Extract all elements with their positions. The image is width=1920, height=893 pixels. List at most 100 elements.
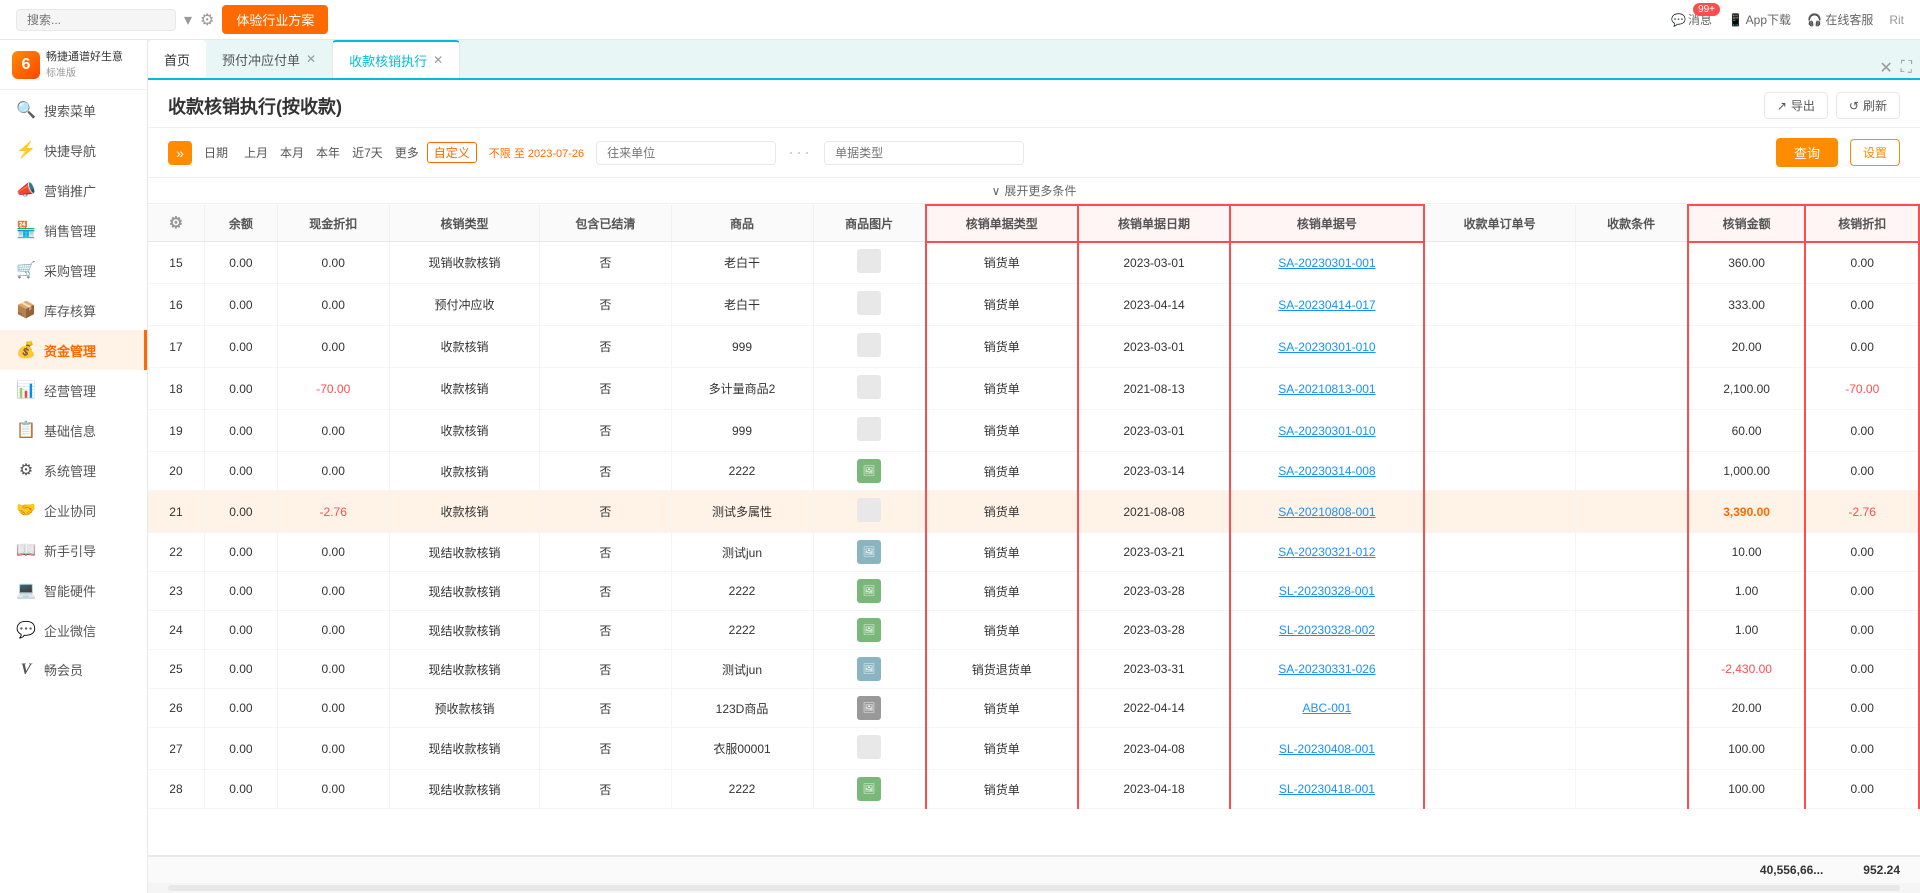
table-row: 15 0.00 0.00 现销收款核销 否 老白干 销货单 2023-03-01…	[148, 242, 1919, 284]
verify-no-link[interactable]: SL-20230418-001	[1279, 782, 1375, 796]
td-verify-date: 2023-03-21	[1078, 533, 1230, 572]
search-input[interactable]	[16, 9, 176, 31]
tab-prepay[interactable]: 预付冲应付单 ✕	[206, 40, 332, 78]
td-verify-no[interactable]: SA-20230301-010	[1230, 326, 1423, 368]
td-verify-no[interactable]: SA-20230414-017	[1230, 284, 1423, 326]
export-btn[interactable]: ↗ 导出	[1764, 92, 1828, 119]
td-verify-no[interactable]: SL-20230328-001	[1230, 572, 1423, 611]
capital-icon: 💰	[16, 340, 36, 360]
td-verify-discount: 0.00	[1805, 728, 1919, 770]
tab-receipts-close[interactable]: ✕	[433, 53, 443, 67]
goods-thumb	[857, 375, 881, 399]
td-verify-date: 2021-08-13	[1078, 368, 1230, 410]
app-download[interactable]: 📱 App下载	[1728, 11, 1791, 28]
sidebar-item-operation[interactable]: 📊 经营管理	[0, 370, 147, 410]
td-verify-no[interactable]: SL-20230418-001	[1230, 770, 1423, 809]
app-logo-icon: 6	[12, 51, 40, 79]
expand-tab-btn[interactable]: ⛶	[1901, 59, 1912, 77]
refresh-btn[interactable]: ↺ 刷新	[1836, 92, 1900, 119]
sidebar-item-enterprise[interactable]: 🤝 企业协同	[0, 490, 147, 530]
verify-no-link[interactable]: SL-20230328-002	[1279, 623, 1375, 637]
filter-toggle-btn[interactable]: »	[168, 141, 192, 165]
date-custom[interactable]: 自定义	[427, 142, 477, 163]
date-this-month[interactable]: 本月	[276, 142, 308, 163]
td-include-settled: 否	[540, 533, 671, 572]
td-verify-no[interactable]: ABC-001	[1230, 689, 1423, 728]
sidebar-item-wechat[interactable]: 💬 企业微信	[0, 610, 147, 650]
td-verify-discount: 0.00	[1805, 242, 1919, 284]
td-include-settled: 否	[540, 410, 671, 452]
td-goods-img	[813, 410, 926, 452]
date-last-month[interactable]: 上月	[240, 142, 272, 163]
td-verify-no[interactable]: SA-20230331-026	[1230, 650, 1423, 689]
query-btn[interactable]: 查询	[1776, 138, 1838, 167]
td-cash-discount: 0.00	[277, 326, 389, 368]
sidebar-item-inventory[interactable]: 📦 库存核算	[0, 290, 147, 330]
verify-no-link[interactable]: SL-20230408-001	[1279, 742, 1375, 756]
verify-no-link[interactable]: SA-20230301-010	[1278, 424, 1375, 438]
td-verify-no[interactable]: SA-20230301-010	[1230, 410, 1423, 452]
quick-nav-icon: ⚡	[16, 140, 36, 160]
sidebar-item-sys-mgmt[interactable]: ⚙ 系统管理	[0, 450, 147, 490]
td-no: 19	[148, 410, 204, 452]
gear-icon[interactable]: ⚙	[200, 10, 214, 30]
scroll-bar[interactable]	[168, 885, 1900, 891]
sidebar-item-marketing[interactable]: 📣 营销推广	[0, 170, 147, 210]
settings-btn[interactable]: 设置	[1850, 139, 1900, 166]
td-verify-no[interactable]: SA-20210813-001	[1230, 368, 1423, 410]
party-input[interactable]	[596, 141, 776, 165]
td-verify-no[interactable]: SA-20230301-001	[1230, 242, 1423, 284]
sidebar-item-capital[interactable]: 💰 资金管理	[0, 330, 147, 370]
th-settings[interactable]: ⚙	[148, 205, 204, 242]
verify-no-link[interactable]: SA-20230331-026	[1278, 662, 1375, 676]
sidebar-item-smart-hw[interactable]: 💻 智能硬件	[0, 570, 147, 610]
td-no: 28	[148, 770, 204, 809]
message-wrap[interactable]: 💬 消息 99+	[1671, 11, 1712, 28]
td-verify-no[interactable]: SA-20230314-008	[1230, 452, 1423, 491]
doc-type-input[interactable]	[824, 141, 1024, 165]
verify-no-link[interactable]: SA-20230314-008	[1278, 464, 1375, 478]
date-more[interactable]: 更多	[391, 142, 423, 163]
tab-home[interactable]: 首页	[148, 40, 206, 78]
smart-hw-icon: 💻	[16, 580, 36, 600]
verify-no-link[interactable]: SL-20230328-001	[1279, 584, 1375, 598]
td-include-settled: 否	[540, 572, 671, 611]
td-receipt-cond	[1575, 410, 1688, 452]
verify-no-link[interactable]: SA-20230414-017	[1278, 298, 1375, 312]
verify-no-link[interactable]: SA-20210808-001	[1278, 505, 1375, 519]
sidebar-item-sales[interactable]: 🏪 销售管理	[0, 210, 147, 250]
td-verify-no[interactable]: SA-20230321-012	[1230, 533, 1423, 572]
verify-no-link[interactable]: SA-20210813-001	[1278, 382, 1375, 396]
table-area[interactable]: ⚙ 余额 现金折扣 核销类型 包含已结清 商品 商品图片 核销单据类型 核销单据…	[148, 204, 1920, 855]
sidebar-item-purchase[interactable]: 🛒 采购管理	[0, 250, 147, 290]
td-verify-discount: 0.00	[1805, 284, 1919, 326]
td-verify-amount: 2,100.00	[1688, 368, 1806, 410]
tab-prepay-close[interactable]: ✕	[306, 52, 316, 66]
tab-receipts[interactable]: 收款核销执行 ✕	[332, 40, 460, 78]
td-verify-no[interactable]: SL-20230408-001	[1230, 728, 1423, 770]
close-tab-btn[interactable]: ✕	[1879, 58, 1892, 78]
td-goods: 测试jun	[671, 650, 813, 689]
td-verify-discount: 0.00	[1805, 572, 1919, 611]
date-7days[interactable]: 近7天	[348, 142, 387, 163]
industry-btn[interactable]: 体验行业方案	[222, 5, 328, 34]
td-verify-no[interactable]: SA-20210808-001	[1230, 491, 1423, 533]
verify-no-link[interactable]: ABC-001	[1303, 701, 1352, 715]
settings-icon[interactable]: ⚙	[169, 215, 183, 232]
message-badge: 99+	[1693, 3, 1720, 16]
sidebar-item-guide[interactable]: 📖 新手引导	[0, 530, 147, 570]
expand-more-btn[interactable]: ∨ 展开更多条件	[992, 182, 1077, 199]
verify-no-link[interactable]: SA-20230301-010	[1278, 340, 1375, 354]
online-service[interactable]: 🎧 在线客服	[1807, 11, 1873, 28]
td-verify-no[interactable]: SL-20230328-002	[1230, 611, 1423, 650]
td-no: 24	[148, 611, 204, 650]
sidebar-item-search-menu[interactable]: 🔍 搜索菜单	[0, 90, 147, 130]
date-this-year[interactable]: 本年	[312, 142, 344, 163]
sidebar-item-member[interactable]: V 畅会员	[0, 650, 147, 689]
sidebar-item-quick-nav[interactable]: ⚡ 快捷导航	[0, 130, 147, 170]
verify-no-link[interactable]: SA-20230321-012	[1278, 545, 1375, 559]
verify-no-link[interactable]: SA-20230301-001	[1278, 256, 1375, 270]
dropdown-icon[interactable]: ▾	[184, 10, 192, 30]
sidebar-item-basic-info[interactable]: 📋 基础信息	[0, 410, 147, 450]
td-receipt-cond	[1575, 770, 1688, 809]
